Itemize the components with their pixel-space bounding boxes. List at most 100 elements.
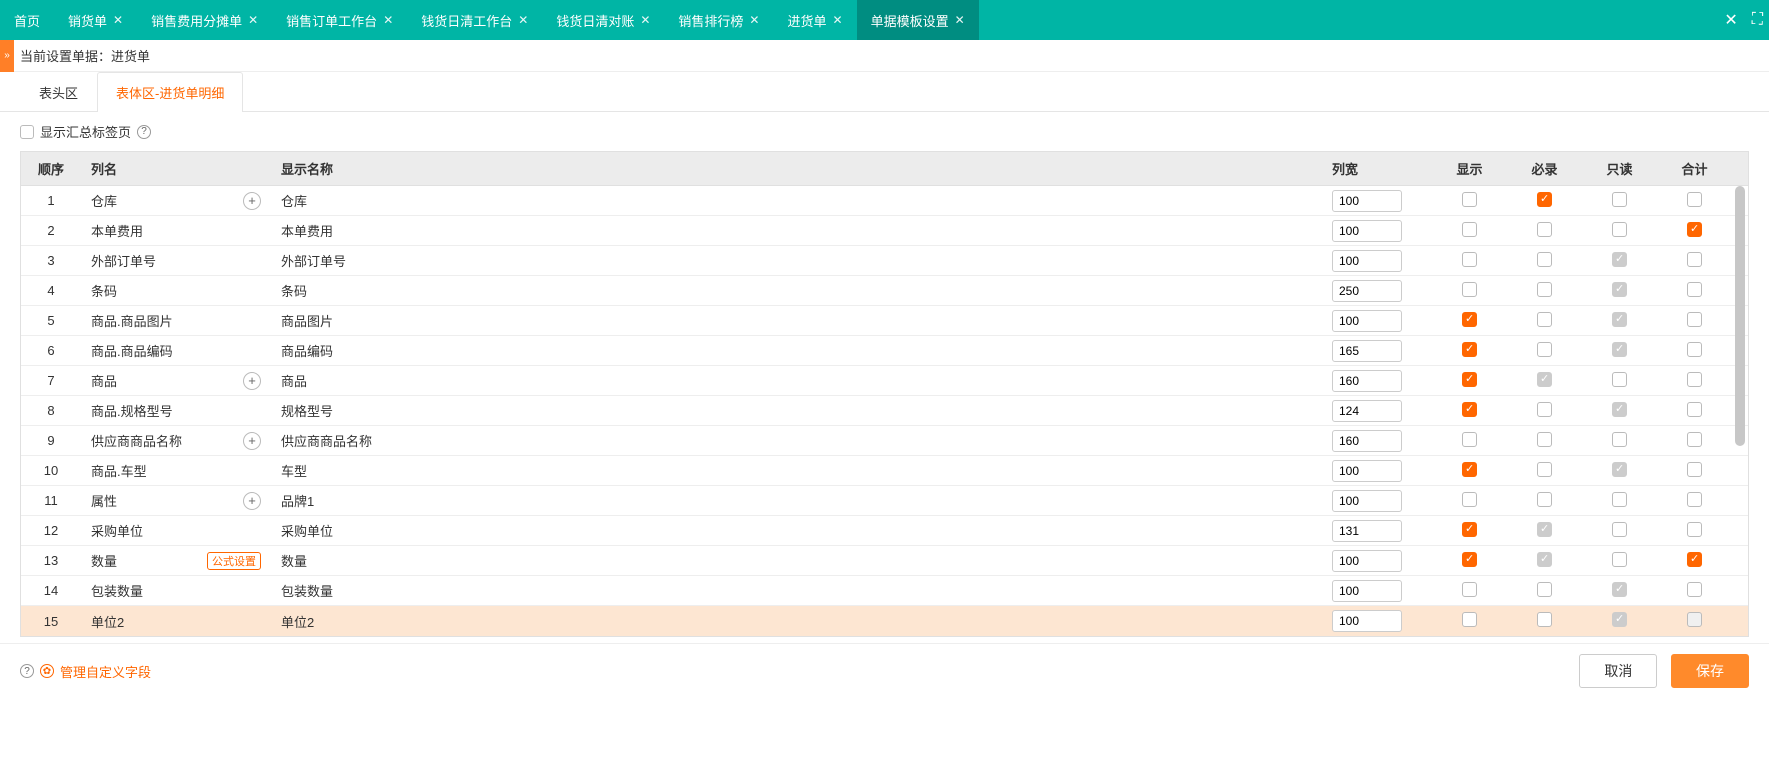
total-checkbox[interactable]: [1687, 522, 1702, 537]
formula-button[interactable]: 公式设置: [207, 552, 261, 570]
total-checkbox[interactable]: [1687, 492, 1702, 507]
total-checkbox[interactable]: [1687, 552, 1702, 567]
add-icon[interactable]: +: [243, 432, 261, 450]
close-icon[interactable]: ✕: [383, 13, 393, 27]
show-checkbox[interactable]: [1462, 552, 1477, 567]
required-checkbox[interactable]: [1537, 612, 1552, 627]
width-input[interactable]: [1332, 250, 1402, 272]
required-checkbox[interactable]: [1537, 492, 1552, 507]
sub-tab[interactable]: 表头区: [20, 72, 97, 112]
show-checkbox[interactable]: [1462, 492, 1477, 507]
show-checkbox[interactable]: [1462, 222, 1477, 237]
show-checkbox[interactable]: [1462, 342, 1477, 357]
total-checkbox[interactable]: [1687, 192, 1702, 207]
readonly-checkbox[interactable]: [1612, 222, 1627, 237]
width-input[interactable]: [1332, 190, 1402, 212]
width-input[interactable]: [1332, 550, 1402, 572]
required-checkbox[interactable]: [1537, 402, 1552, 417]
show-checkbox[interactable]: [1462, 522, 1477, 537]
close-icon[interactable]: ✕: [640, 13, 650, 27]
show-checkbox[interactable]: [1462, 402, 1477, 417]
width-input[interactable]: [1332, 370, 1402, 392]
close-icon[interactable]: ✕: [518, 13, 528, 27]
width-input[interactable]: [1332, 520, 1402, 542]
width-input[interactable]: [1332, 400, 1402, 422]
total-checkbox[interactable]: [1687, 312, 1702, 327]
width-input[interactable]: [1332, 310, 1402, 332]
fullscreen-icon[interactable]: ⛶: [1752, 11, 1763, 29]
top-tab[interactable]: 首页: [0, 0, 54, 40]
show-checkbox[interactable]: [1462, 582, 1477, 597]
close-icon[interactable]: ✕: [833, 13, 843, 27]
top-tab[interactable]: 销售费用分摊单✕: [137, 0, 272, 40]
save-button[interactable]: 保存: [1671, 654, 1749, 688]
manage-custom-fields-link[interactable]: 管理自定义字段: [60, 662, 151, 681]
expand-handle-icon[interactable]: »: [0, 40, 14, 72]
show-summary-checkbox[interactable]: [20, 125, 34, 139]
row-name: 数量公式设置: [81, 551, 271, 570]
width-input[interactable]: [1332, 490, 1402, 512]
help-icon[interactable]: ?: [137, 125, 151, 139]
readonly-checkbox[interactable]: [1612, 552, 1627, 567]
show-checkbox[interactable]: [1462, 282, 1477, 297]
total-checkbox[interactable]: [1687, 222, 1702, 237]
top-tab[interactable]: 销售排行榜✕: [664, 0, 773, 40]
required-checkbox[interactable]: [1537, 192, 1552, 207]
required-checkbox[interactable]: [1537, 462, 1552, 477]
readonly-checkbox[interactable]: [1612, 492, 1627, 507]
close-icon[interactable]: ✕: [248, 13, 258, 27]
total-checkbox[interactable]: [1687, 432, 1702, 447]
add-icon[interactable]: +: [243, 492, 261, 510]
close-icon[interactable]: ✕: [955, 13, 965, 27]
readonly-checkbox[interactable]: [1612, 192, 1627, 207]
width-input[interactable]: [1332, 280, 1402, 302]
readonly-checkbox[interactable]: [1612, 432, 1627, 447]
show-checkbox[interactable]: [1462, 462, 1477, 477]
width-input[interactable]: [1332, 430, 1402, 452]
required-checkbox[interactable]: [1537, 342, 1552, 357]
show-checkbox[interactable]: [1462, 312, 1477, 327]
footer-help-icon[interactable]: ?: [20, 664, 34, 678]
readonly-checkbox[interactable]: [1612, 522, 1627, 537]
add-icon[interactable]: +: [243, 192, 261, 210]
total-checkbox[interactable]: [1687, 342, 1702, 357]
required-checkbox[interactable]: [1537, 252, 1552, 267]
width-input[interactable]: [1332, 340, 1402, 362]
show-checkbox[interactable]: [1462, 432, 1477, 447]
top-tab[interactable]: 销货单✕: [54, 0, 137, 40]
top-tab[interactable]: 钱货日清对账✕: [542, 0, 664, 40]
top-tab[interactable]: 钱货日清工作台✕: [407, 0, 542, 40]
width-input[interactable]: [1332, 460, 1402, 482]
readonly-checkbox[interactable]: [1612, 372, 1627, 387]
top-tab[interactable]: 单据模板设置✕: [857, 0, 979, 40]
total-checkbox[interactable]: [1687, 462, 1702, 477]
show-checkbox[interactable]: [1462, 612, 1477, 627]
required-checkbox[interactable]: [1537, 222, 1552, 237]
close-icon[interactable]: ✕: [749, 13, 759, 27]
gear-icon[interactable]: ✿: [40, 664, 54, 678]
close-icon[interactable]: ✕: [113, 13, 123, 27]
required-checkbox[interactable]: [1537, 432, 1552, 447]
add-icon[interactable]: +: [243, 372, 261, 390]
total-checkbox[interactable]: [1687, 282, 1702, 297]
show-checkbox[interactable]: [1462, 252, 1477, 267]
required-checkbox[interactable]: [1537, 282, 1552, 297]
required-checkbox[interactable]: [1537, 582, 1552, 597]
cancel-button[interactable]: 取消: [1579, 654, 1657, 688]
total-checkbox[interactable]: [1687, 252, 1702, 267]
show-checkbox[interactable]: [1462, 372, 1477, 387]
width-input[interactable]: [1332, 220, 1402, 242]
total-checkbox[interactable]: [1687, 582, 1702, 597]
sub-tab[interactable]: 表体区-进货单明细: [97, 72, 243, 112]
show-checkbox[interactable]: [1462, 192, 1477, 207]
width-input[interactable]: [1332, 580, 1402, 602]
scrollbar-thumb[interactable]: [1735, 186, 1745, 446]
top-tab[interactable]: 销售订单工作台✕: [272, 0, 407, 40]
width-input[interactable]: [1332, 610, 1402, 632]
row-display: 采购单位: [271, 521, 1322, 540]
close-all-icon[interactable]: ✕: [1724, 10, 1737, 30]
total-checkbox[interactable]: [1687, 372, 1702, 387]
required-checkbox[interactable]: [1537, 312, 1552, 327]
total-checkbox[interactable]: [1687, 402, 1702, 417]
top-tab[interactable]: 进货单✕: [773, 0, 856, 40]
